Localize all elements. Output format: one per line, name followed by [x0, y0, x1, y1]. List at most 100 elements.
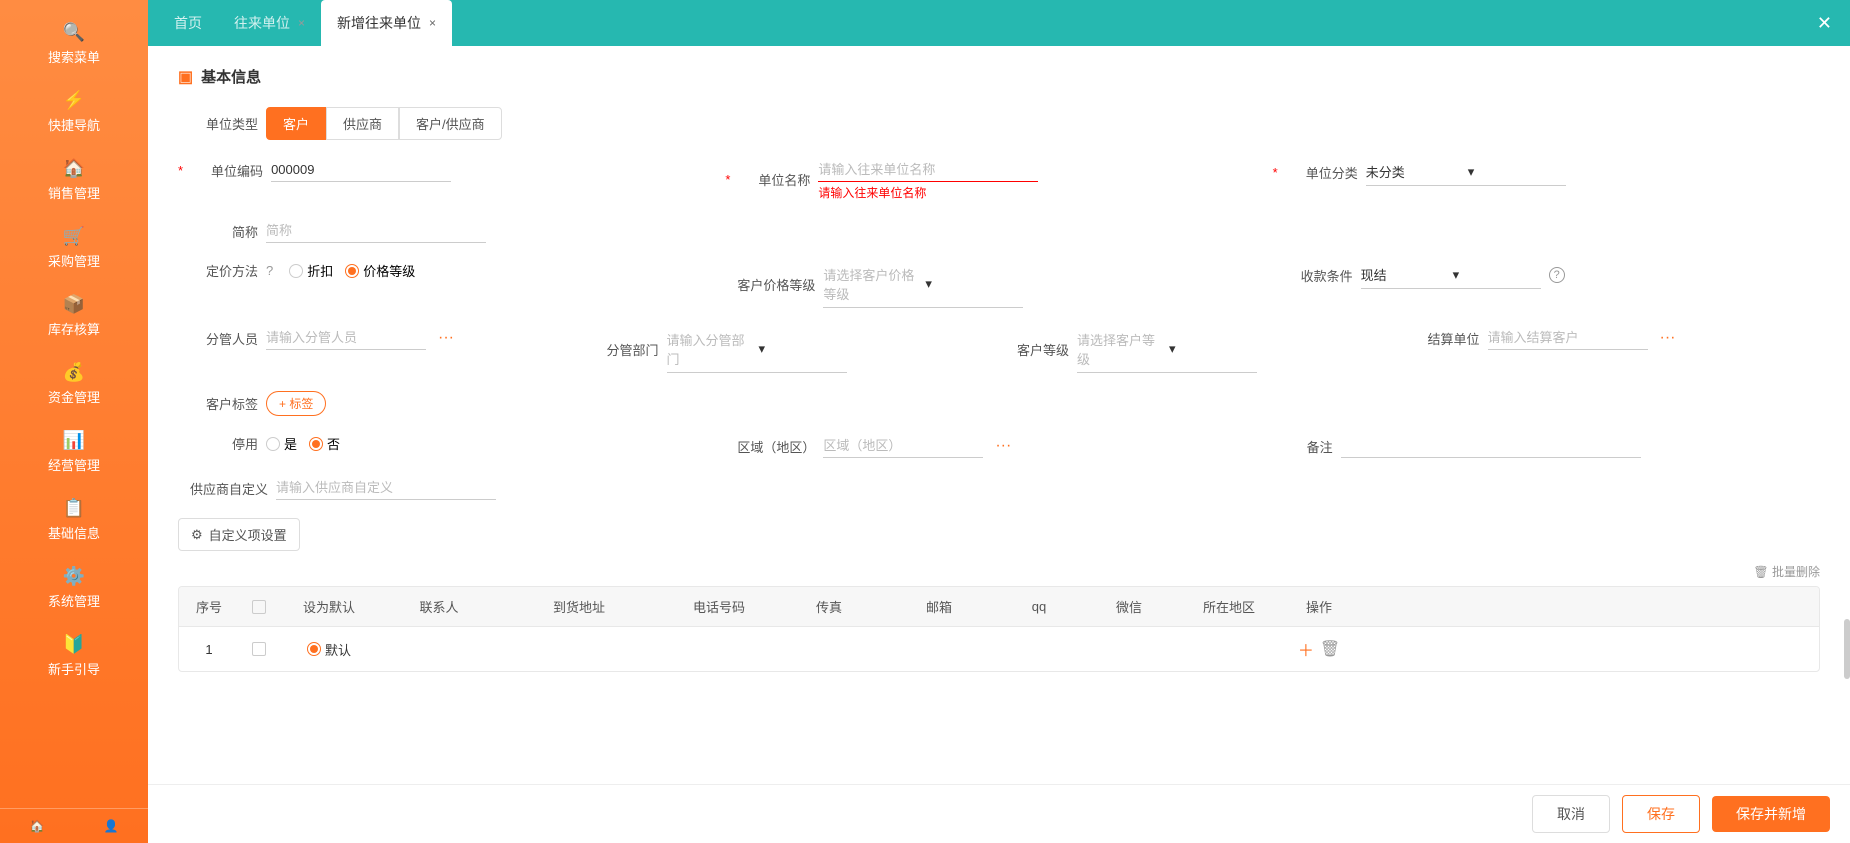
pricing-level-option[interactable]: 价格等级 — [345, 261, 415, 280]
department-placeholder: 请输入分管部门 — [667, 330, 755, 368]
sidebar-item-basic[interactable]: 📋 基础信息 — [0, 486, 148, 554]
customer-level-select[interactable]: 请选择客户等级 ▾ — [1077, 326, 1257, 373]
payment-terms-info-icon[interactable]: ? — [1549, 267, 1565, 283]
table-header: 序号 设为默认 联系人 到货地址 电话号码 传真 邮箱 qq 微信 所在地区 操… — [179, 587, 1819, 627]
row-wechat[interactable] — [1079, 627, 1179, 671]
row-default-radio-item[interactable]: 默认 — [307, 640, 351, 659]
disabled-label: 停用 — [178, 434, 258, 453]
delete-row-icon[interactable]: 🗑 — [1317, 639, 1343, 659]
tab-home[interactable]: 首页 — [158, 0, 218, 46]
sidebar-item-system[interactable]: ⚙️ 系统管理 — [0, 554, 148, 622]
add-row-icon[interactable]: ＋ — [1295, 637, 1317, 661]
row-email[interactable] — [879, 627, 999, 671]
cancel-button[interactable]: 取消 — [1532, 795, 1610, 833]
unit-code-input[interactable] — [271, 158, 451, 182]
qq-input[interactable] — [1007, 642, 1071, 657]
price-level-label: 价格等级 — [363, 261, 415, 280]
unit-name-input[interactable] — [818, 158, 1038, 182]
row-checkbox[interactable] — [252, 642, 266, 656]
supplier-custom-input[interactable] — [276, 476, 496, 500]
settlement-input[interactable] — [1488, 326, 1648, 350]
sidebar-item-search[interactable]: 🔍 搜索菜单 — [0, 10, 148, 78]
row-phone[interactable] — [659, 627, 779, 671]
col-default-header: 设为默认 — [279, 587, 379, 626]
region-more-btn[interactable]: ··· — [991, 437, 1015, 455]
box-icon: 📦 — [63, 294, 85, 315]
trash-icon: 🗑 — [1753, 565, 1768, 579]
abbreviation-input[interactable] — [266, 219, 486, 243]
email-input[interactable] — [887, 642, 991, 657]
manager-more-btn[interactable]: ··· — [434, 329, 458, 347]
sidebar-item-guide[interactable]: 🔰 新手引导 — [0, 622, 148, 690]
region-field: 区域（地区） ··· — [725, 434, 1272, 458]
pricing-help-icon[interactable]: ? — [266, 263, 273, 278]
address-input[interactable] — [507, 642, 651, 657]
price-level-radio[interactable] — [345, 264, 359, 278]
pricing-discount-option[interactable]: 折扣 — [289, 261, 333, 280]
search-icon: 🔍 — [63, 22, 85, 43]
manager-row: 分管人员 ··· 分管部门 请输入分管部门 ▾ 客户等级 请选择客户等级 ▾ — [178, 326, 1820, 373]
disabled-no-radio[interactable] — [309, 437, 323, 451]
disabled-yes-option[interactable]: 是 — [266, 434, 297, 453]
custom-settings-button[interactable]: ⚙ 自定义项设置 — [178, 518, 300, 551]
house-icon: 🏠 — [63, 158, 85, 179]
discount-radio[interactable] — [289, 264, 303, 278]
tab-partners[interactable]: 往来单位 × — [218, 0, 321, 46]
region-input[interactable] — [823, 434, 983, 458]
save-button[interactable]: 保存 — [1622, 795, 1700, 833]
row-region[interactable] — [1179, 627, 1279, 671]
payment-terms-value: 现结 — [1361, 265, 1449, 284]
remarks-input[interactable] — [1341, 434, 1641, 458]
manager-input[interactable] — [266, 326, 426, 350]
row-fax[interactable] — [779, 627, 879, 671]
settlement-more-btn[interactable]: ··· — [1656, 329, 1680, 347]
disabled-no-option[interactable]: 否 — [309, 434, 340, 453]
payment-terms-select[interactable]: 现结 ▾ — [1361, 261, 1541, 289]
unit-type-row: 单位类型 客户 供应商 客户/供应商 — [178, 107, 1820, 140]
row-address[interactable] — [499, 627, 659, 671]
sidebar-item-label: 新手引导 — [48, 659, 100, 678]
fax-input[interactable] — [787, 642, 871, 657]
tab-new-partner-close[interactable]: × — [429, 16, 436, 30]
row-default: 默认 — [279, 627, 379, 671]
pricing-row: 定价方法 ? 折扣 价格等级 客户价格等级 — [178, 261, 1820, 308]
tab-partners-close[interactable]: × — [298, 16, 305, 30]
sidebar-item-quick-nav[interactable]: ⚡ 快捷导航 — [0, 78, 148, 146]
add-tag-button[interactable]: + 标签 — [266, 391, 326, 416]
close-all-button[interactable]: ✕ — [1809, 13, 1840, 34]
row-contact[interactable] — [379, 627, 499, 671]
tab-new-partner[interactable]: 新增往来单位 × — [321, 0, 452, 46]
manager-field: 分管人员 ··· — [178, 326, 589, 350]
wechat-input[interactable] — [1087, 642, 1171, 657]
unit-type-supplier-btn[interactable]: 供应商 — [326, 107, 399, 140]
row-qq[interactable] — [999, 627, 1079, 671]
row-region-input[interactable] — [1187, 642, 1271, 657]
unit-type-customer-btn[interactable]: 客户 — [266, 107, 326, 140]
sidebar-item-inventory[interactable]: 📦 库存核算 — [0, 282, 148, 350]
department-select[interactable]: 请输入分管部门 ▾ — [667, 326, 847, 373]
contact-input[interactable] — [387, 642, 491, 657]
unit-type-both-btn[interactable]: 客户/供应商 — [399, 107, 502, 140]
default-radio[interactable] — [307, 642, 321, 656]
col-qq-header: qq — [999, 587, 1079, 626]
sidebar-item-purchase[interactable]: 🛒 采购管理 — [0, 214, 148, 282]
sidebar-item-label: 库存核算 — [48, 319, 100, 338]
sidebar-home-btn[interactable]: 🏠 — [30, 819, 45, 833]
save-new-button[interactable]: 保存并新增 — [1712, 796, 1830, 832]
unit-category-field: * 单位分类 未分类 ▾ — [1273, 158, 1820, 186]
customer-price-select[interactable]: 请选择客户价格等级 ▾ — [823, 261, 1023, 308]
col-email-header: 邮箱 — [879, 587, 999, 626]
unit-name-field: * 单位名称 请输入往来单位名称 — [725, 158, 1272, 201]
sidebar-item-sales[interactable]: 🏠 销售管理 — [0, 146, 148, 214]
sidebar-user-btn[interactable]: 👤 — [104, 819, 119, 833]
payment-terms-field: 收款条件 现结 ▾ ? — [1273, 261, 1820, 289]
disabled-yes-radio[interactable] — [266, 437, 280, 451]
col-fax-header: 传真 — [779, 587, 879, 626]
batch-delete-btn[interactable]: 🗑 批量删除 — [178, 563, 1820, 580]
sidebar-item-operation[interactable]: 📊 经营管理 — [0, 418, 148, 486]
phone-input[interactable] — [667, 642, 771, 657]
select-all-checkbox[interactable] — [252, 600, 266, 614]
unit-category-select[interactable]: 未分类 ▾ — [1366, 158, 1566, 186]
chevron-down-icon: ▾ — [1169, 341, 1257, 357]
sidebar-item-finance[interactable]: 💰 资金管理 — [0, 350, 148, 418]
